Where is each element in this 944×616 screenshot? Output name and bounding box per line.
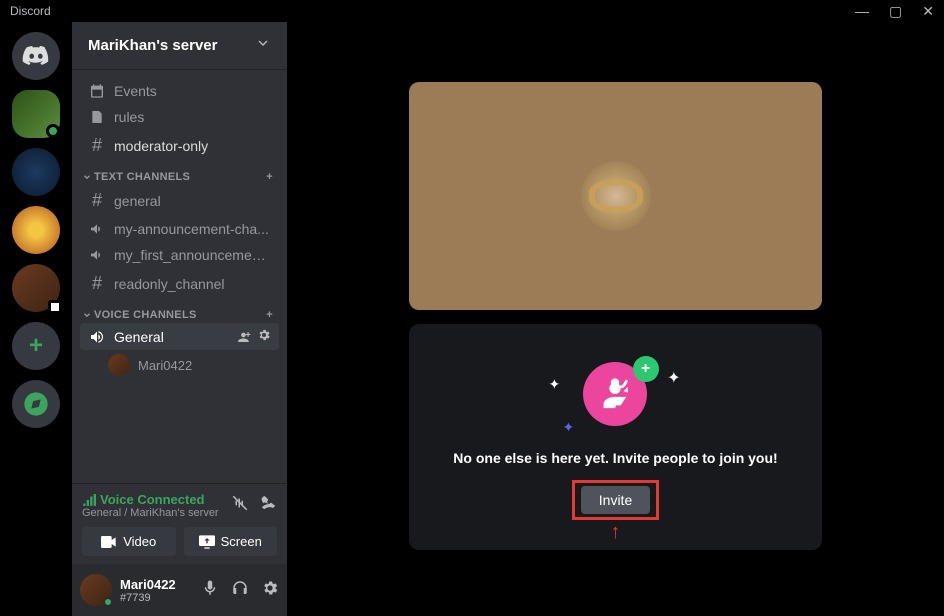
window-controls: — ▢ ✕: [855, 3, 934, 20]
channel-label: Events: [114, 83, 271, 99]
channel-label: General: [114, 329, 229, 345]
voice-user[interactable]: Mari0422: [80, 350, 279, 380]
noise-suppression-button[interactable]: [231, 494, 249, 517]
server-rail: +: [0, 22, 72, 616]
moderator-only-item[interactable]: moderator-only: [80, 130, 279, 161]
add-server-button[interactable]: +: [12, 322, 60, 370]
channel-label: moderator-only: [114, 138, 271, 154]
user-settings-button[interactable]: [261, 579, 279, 602]
online-indicator-icon: [46, 124, 60, 138]
category-label: TEXT CHANNELS: [94, 171, 190, 183]
avatar-large: [581, 161, 651, 231]
category-label: VOICE CHANNELS: [94, 309, 197, 321]
voice-panel: Voice Connected General / MariKhan's ser…: [72, 483, 287, 564]
home-button[interactable]: [12, 32, 60, 80]
voice-user-name: Mari0422: [138, 358, 192, 373]
server-item-3[interactable]: [12, 206, 60, 254]
hash-icon: [88, 190, 106, 211]
channel-sidebar: MariKhan's server Events rules moderator…: [72, 22, 287, 616]
channel-list: Events rules moderator-only TEXT CHANNEL…: [72, 70, 287, 483]
deafen-button[interactable]: [231, 579, 249, 602]
chevron-down-icon: [82, 172, 92, 182]
server-name: MariKhan's server: [88, 37, 217, 54]
category-text-channels[interactable]: TEXT CHANNELS +: [80, 161, 279, 185]
invite-graphic: ✦ ✦ ✦ +: [571, 354, 661, 434]
screen-share-button[interactable]: Screen: [184, 527, 278, 556]
event-badge-icon: [48, 300, 62, 314]
channel-general[interactable]: general: [80, 185, 279, 216]
self-video-preview[interactable]: [409, 82, 822, 310]
chevron-down-icon: [82, 310, 92, 320]
calendar-icon: [88, 83, 106, 99]
sparkle-icon: ✦: [563, 419, 575, 436]
sparkle-icon: ✦: [549, 376, 561, 393]
invite-button[interactable]: Invite: [581, 486, 650, 514]
server-item-1[interactable]: [12, 90, 60, 138]
voice-channel-general[interactable]: General: [80, 323, 279, 350]
disconnect-button[interactable]: [259, 494, 277, 517]
add-channel-button[interactable]: +: [266, 171, 273, 183]
hash-icon: [88, 273, 106, 294]
channel-label: general: [114, 193, 271, 209]
channel-my-first-announcement[interactable]: my_first_announcemen...: [80, 242, 279, 268]
plus-badge-icon: +: [633, 356, 659, 382]
discord-logo-icon: [22, 42, 50, 70]
channel-label: rules: [114, 109, 271, 125]
category-voice-channels[interactable]: VOICE CHANNELS +: [80, 299, 279, 323]
add-channel-button[interactable]: +: [266, 309, 273, 321]
arrow-up-annotation-icon: ↑: [611, 521, 621, 544]
voice-sub: General / MariKhan's server: [82, 507, 219, 519]
avatar[interactable]: [80, 574, 112, 606]
server-item-4[interactable]: [12, 264, 60, 312]
titlebar-app-name: Discord: [10, 4, 855, 18]
invite-card: ✦ ✦ ✦ + No one else is here yet. Invite …: [409, 324, 822, 550]
minimize-button[interactable]: —: [855, 3, 869, 20]
server-item-2[interactable]: [12, 148, 60, 196]
mute-button[interactable]: [201, 579, 219, 602]
server-header[interactable]: MariKhan's server: [72, 22, 287, 70]
invite-to-channel-icon[interactable]: [237, 328, 251, 345]
speaker-icon: [88, 329, 106, 345]
chevron-down-icon: [255, 35, 271, 56]
megaphone-icon: [88, 247, 106, 263]
voice-status: Voice Connected: [82, 492, 219, 507]
events-item[interactable]: Events: [80, 78, 279, 104]
channel-label: my_first_announcemen...: [114, 247, 271, 263]
user-name: Mari0422: [120, 577, 193, 592]
rules-icon: [88, 109, 106, 125]
explore-button[interactable]: [12, 380, 60, 428]
compass-icon: [22, 390, 50, 418]
empty-state-text: No one else is here yet. Invite people t…: [453, 450, 777, 466]
status-online-icon: [103, 597, 113, 607]
channel-readonly[interactable]: readonly_channel: [80, 268, 279, 299]
screen-icon: [199, 535, 215, 549]
highlight-annotation: Invite: [572, 480, 659, 520]
video-icon: [101, 536, 117, 548]
channel-label: my-announcement-cha...: [114, 221, 271, 237]
maximize-button[interactable]: ▢: [889, 3, 902, 20]
user-tag: #7739: [120, 592, 193, 604]
close-button[interactable]: ✕: [922, 3, 934, 20]
user-panel: Mari0422 #7739: [72, 564, 287, 616]
megaphone-icon: [88, 221, 106, 237]
channel-settings-icon[interactable]: [257, 328, 271, 345]
rules-item[interactable]: rules: [80, 104, 279, 130]
voice-main-area: ✦ ✦ ✦ + No one else is here yet. Invite …: [287, 22, 944, 616]
sparkle-icon: ✦: [667, 368, 680, 388]
channel-my-announcement[interactable]: my-announcement-cha...: [80, 216, 279, 242]
user-info[interactable]: Mari0422 #7739: [120, 577, 193, 604]
avatar: [108, 354, 130, 376]
signal-icon: [82, 493, 96, 507]
video-button[interactable]: Video: [82, 527, 176, 556]
hash-icon: [88, 135, 106, 156]
channel-label: readonly_channel: [114, 276, 271, 292]
